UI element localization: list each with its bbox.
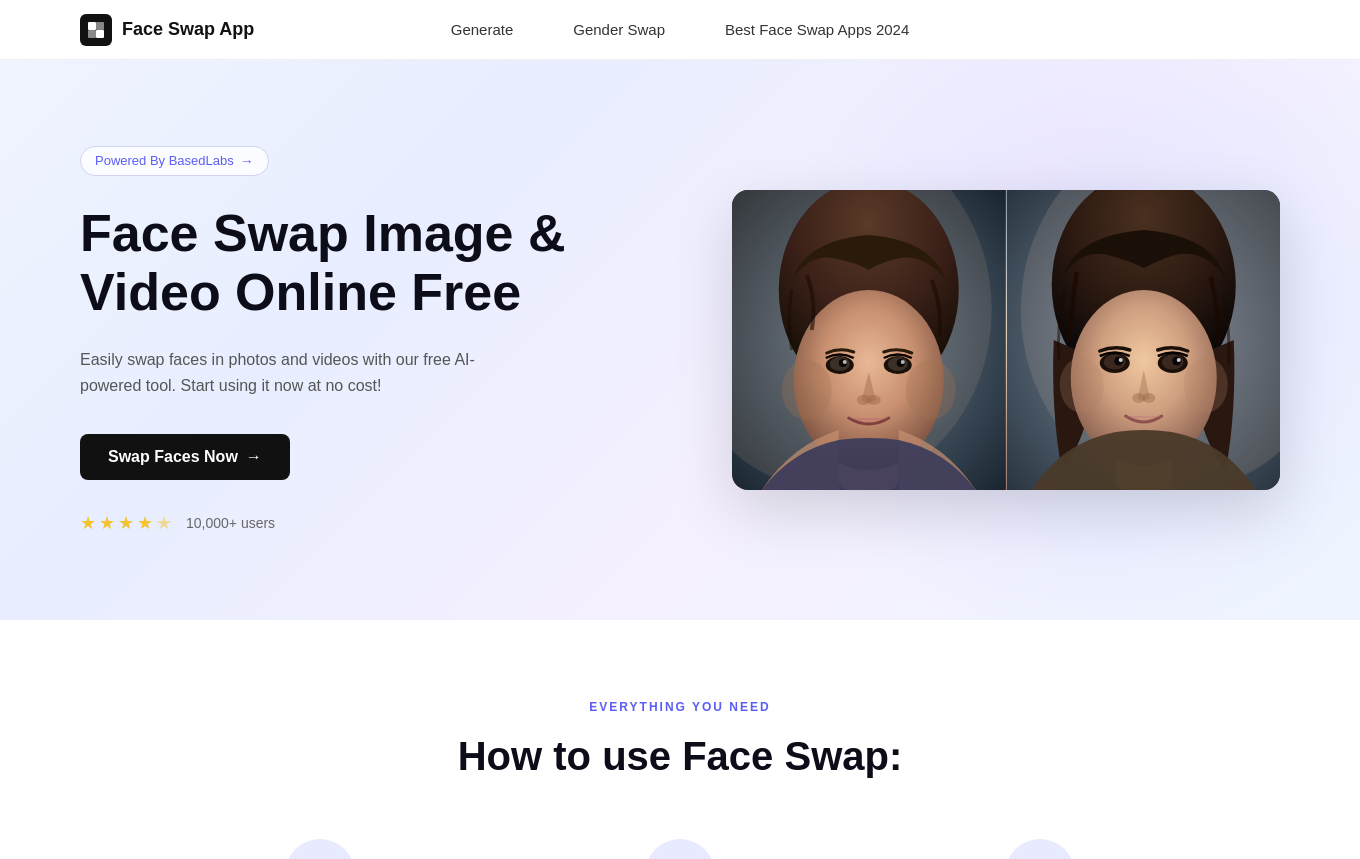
navbar: Face Swap App Generate Gender Swap Best … — [0, 0, 1360, 60]
users-count: 10,000+ users — [186, 515, 275, 531]
step-1: 1. — [180, 839, 460, 859]
svg-point-26 — [1059, 357, 1103, 413]
section-title: How to use Face Swap: — [80, 734, 1280, 779]
powered-badge[interactable]: Powered By BasedLabs → — [80, 146, 269, 176]
hero-title-line1: Face Swap Image & — [80, 204, 566, 262]
hero-subtitle: Easily swap faces in photos and videos w… — [80, 347, 520, 398]
hero-title-line2: Video Online Free — [80, 263, 521, 321]
powered-badge-text: Powered By BasedLabs — [95, 153, 234, 168]
powered-badge-arrow: → — [240, 153, 254, 169]
how-to-section: EVERYTHING YOU NEED How to use Face Swap… — [0, 620, 1360, 859]
svg-point-35 — [1176, 358, 1180, 362]
svg-rect-0 — [88, 22, 96, 30]
section-label: EVERYTHING YOU NEED — [80, 700, 1280, 714]
nav-gender-swap[interactable]: Gender Swap — [573, 21, 665, 38]
social-proof: ★ ★ ★ ★ ★ 10,000+ users — [80, 512, 580, 534]
svg-point-27 — [1183, 357, 1227, 413]
nav-best-apps[interactable]: Best Face Swap Apps 2024 — [725, 21, 909, 38]
star-4: ★ — [137, 512, 153, 534]
cta-label: Swap Faces Now — [108, 448, 238, 466]
hero-title: Face Swap Image & Video Online Free — [80, 204, 580, 324]
svg-point-10 — [906, 360, 956, 420]
star-5: ★ — [156, 512, 172, 534]
star-rating: ★ ★ ★ ★ ★ — [80, 512, 172, 534]
step-3-circle: 3. — [1005, 839, 1075, 859]
nav-links: Generate Gender Swap Best Face Swap Apps… — [451, 21, 910, 38]
step-3: 3. — [900, 839, 1180, 859]
face-swapped — [1006, 190, 1281, 490]
step-1-circle: 1. — [285, 839, 355, 859]
steps-container: 1. 2. 3. — [80, 839, 1280, 859]
logo-link[interactable]: Face Swap App — [80, 14, 254, 46]
svg-point-14 — [843, 360, 847, 364]
logo-text: Face Swap App — [122, 19, 254, 40]
cta-button[interactable]: Swap Faces Now → — [80, 434, 290, 480]
svg-point-31 — [1118, 358, 1122, 362]
hero-right-image — [580, 190, 1280, 490]
nav-generate[interactable]: Generate — [451, 21, 514, 38]
hero-section: Powered By BasedLabs → Face Swap Image &… — [0, 60, 1360, 620]
svg-rect-2 — [96, 22, 104, 30]
svg-point-20 — [867, 395, 881, 405]
svg-point-9 — [782, 360, 832, 420]
cta-arrow-icon: → — [246, 448, 262, 466]
svg-point-18 — [901, 360, 905, 364]
logo-icon — [80, 14, 112, 46]
svg-point-37 — [1142, 393, 1155, 403]
svg-rect-1 — [96, 30, 104, 38]
face-swap-preview — [732, 190, 1280, 490]
step-2: 2. — [540, 839, 820, 859]
star-3: ★ — [118, 512, 134, 534]
step-2-circle: 2. — [645, 839, 715, 859]
hero-left-content: Powered By BasedLabs → Face Swap Image &… — [80, 146, 580, 535]
face-original — [732, 190, 1006, 490]
svg-rect-3 — [88, 30, 96, 38]
star-2: ★ — [99, 512, 115, 534]
star-1: ★ — [80, 512, 96, 534]
